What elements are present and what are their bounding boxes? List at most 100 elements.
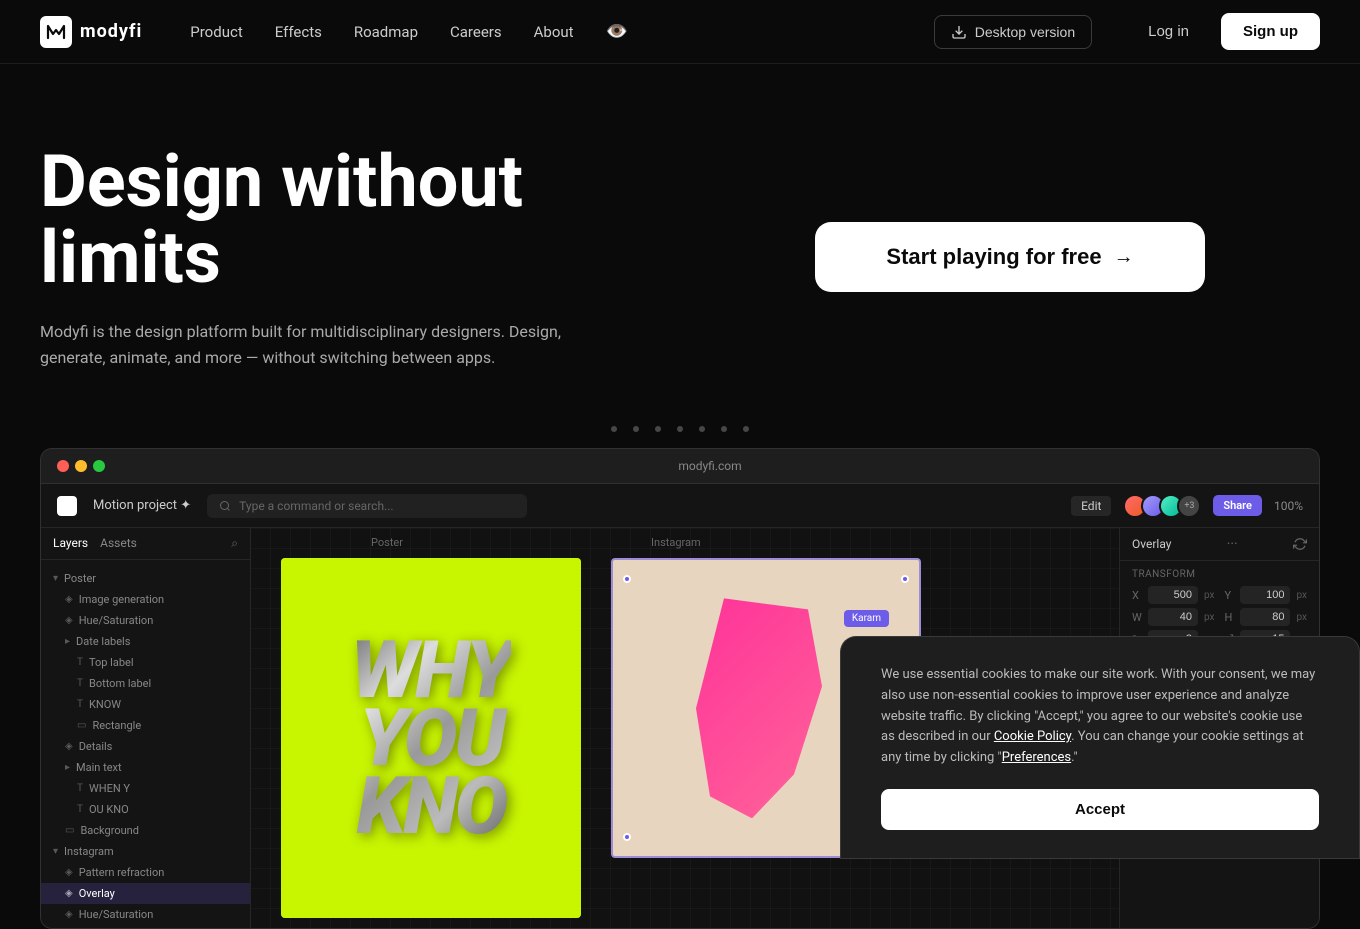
- dot-6: [721, 426, 727, 432]
- poster-text: WHYYOUKNO: [351, 636, 512, 840]
- collaborator-avatars: +3: [1123, 494, 1201, 518]
- share-button[interactable]: Share: [1213, 495, 1262, 516]
- logo[interactable]: modyfi: [40, 16, 142, 48]
- nav-careers[interactable]: Careers: [450, 23, 502, 41]
- selection-handle-tl[interactable]: [623, 575, 631, 583]
- logo-text: modyfi: [80, 21, 142, 42]
- rpanel-header: Overlay ···: [1120, 528, 1319, 561]
- login-button[interactable]: Log in: [1132, 15, 1205, 48]
- cookie-text: We use essential cookies to make our sit…: [881, 665, 1319, 769]
- cookie-actions: Accept: [881, 789, 1319, 830]
- x-input-row: X px Y px: [1132, 586, 1307, 604]
- cookie-banner: We use essential cookies to make our sit…: [840, 636, 1360, 859]
- search-icon: [219, 500, 231, 512]
- cta-label: Start playing for free: [886, 244, 1101, 270]
- rpanel-overlay-label: Overlay: [1132, 537, 1171, 551]
- collaborator-badge: Karam: [844, 610, 889, 627]
- list-item[interactable]: ▭ Background: [41, 820, 250, 841]
- nav-roadmap[interactable]: Roadmap: [354, 23, 418, 41]
- edit-mode-button[interactable]: Edit: [1071, 496, 1111, 516]
- refresh-icon[interactable]: [1293, 537, 1307, 551]
- dot-1: [611, 426, 617, 432]
- h-unit: px: [1296, 612, 1307, 623]
- desktop-version-button[interactable]: Desktop version: [934, 15, 1092, 49]
- list-item[interactable]: ▸ Main text: [41, 757, 250, 778]
- list-item[interactable]: ◈ Overlay: [41, 883, 250, 904]
- x-unit: px: [1204, 590, 1215, 601]
- app-toolbar: Motion project ✦ Type a command or searc…: [41, 484, 1319, 528]
- nav-links: Product Effects Roadmap Careers About 👁️: [190, 21, 933, 42]
- dot-3: [655, 426, 661, 432]
- dot-4: [677, 426, 683, 432]
- panel-tabs: Layers Assets ⌕: [41, 528, 250, 560]
- hero-section: Design without limits Modyfi is the desi…: [0, 64, 1360, 410]
- w-input[interactable]: [1148, 608, 1198, 626]
- w-label: W: [1132, 611, 1142, 624]
- assets-tab[interactable]: Assets: [100, 536, 137, 551]
- download-icon: [951, 24, 967, 40]
- list-item[interactable]: ◈ Details: [41, 736, 250, 757]
- cta-button[interactable]: Start playing for free →: [815, 222, 1205, 292]
- dots-row: [0, 410, 1360, 448]
- list-item[interactable]: T OU KNO: [41, 799, 250, 820]
- frame-instagram-label: Instagram: [651, 536, 701, 549]
- transform-label: Transform: [1132, 569, 1307, 580]
- layers-tab[interactable]: Layers: [53, 536, 88, 551]
- list-item[interactable]: ▸ Date labels: [41, 631, 250, 652]
- browser-chrome: modyfi.com: [41, 449, 1319, 484]
- signup-button[interactable]: Sign up: [1221, 13, 1320, 50]
- nav-effects[interactable]: Effects: [275, 23, 322, 41]
- hero-left: Design without limits Modyfi is the desi…: [40, 144, 660, 370]
- pink-shape: [696, 598, 836, 818]
- list-item[interactable]: ◈ Hue/Saturation: [41, 904, 250, 925]
- nav-product[interactable]: Product: [190, 23, 242, 41]
- rpanel-more-icon[interactable]: ···: [1227, 536, 1238, 552]
- zoom-level: 100%: [1274, 499, 1303, 513]
- traffic-lights: [57, 460, 105, 472]
- preferences-link[interactable]: Preferences: [1002, 750, 1071, 765]
- dot-2: [633, 426, 639, 432]
- layers-panel: Layers Assets ⌕ ▾ Poster ◈ Image generat…: [41, 528, 251, 928]
- avatar-overflow: +3: [1177, 494, 1201, 518]
- list-item[interactable]: T Top label: [41, 652, 250, 673]
- poster-frame[interactable]: WHYYOUKNO: [281, 558, 581, 918]
- nav-right-actions: Desktop version Log in Sign up: [934, 13, 1320, 50]
- toolbar-right: Edit +3 Share 100%: [1071, 494, 1303, 518]
- list-item[interactable]: ▾ Instagram: [41, 841, 250, 862]
- search-layers-icon[interactable]: ⌕: [231, 536, 238, 551]
- arrow-icon: →: [1114, 246, 1134, 269]
- w-unit: px: [1204, 612, 1215, 623]
- hero-right: Start playing for free →: [700, 222, 1320, 292]
- list-item[interactable]: ◈ Pattern refraction: [41, 862, 250, 883]
- hero-subtitle: Modyfi is the design platform built for …: [40, 319, 580, 370]
- x-label: X: [1132, 589, 1142, 602]
- cookie-policy-link[interactable]: Cookie Policy: [994, 729, 1071, 744]
- accept-cookies-button[interactable]: Accept: [881, 789, 1319, 830]
- navigation: modyfi Product Effects Roadmap Careers A…: [0, 0, 1360, 64]
- browser-url-bar[interactable]: modyfi.com: [117, 459, 1303, 473]
- list-item[interactable]: ◈ Image generation: [41, 589, 250, 610]
- h-input[interactable]: [1240, 608, 1290, 626]
- app-logo-small: [57, 496, 77, 516]
- x-input[interactable]: [1148, 586, 1198, 604]
- eye-icon[interactable]: 👁️: [606, 21, 628, 42]
- layer-list: ▾ Poster ◈ Image generation ◈ Hue/Satura…: [41, 560, 250, 928]
- minimize-window-button[interactable]: [75, 460, 87, 472]
- y-unit: px: [1296, 590, 1307, 601]
- selection-handle-bl[interactable]: [623, 833, 631, 841]
- hero-title: Design without limits: [40, 144, 660, 295]
- list-item[interactable]: ▭ Rectangle: [41, 715, 250, 736]
- dot-7: [743, 426, 749, 432]
- list-item[interactable]: ◈ Hue/Saturation: [41, 610, 250, 631]
- list-item[interactable]: T Bottom label: [41, 673, 250, 694]
- list-item[interactable]: T WHEN Y: [41, 778, 250, 799]
- y-input[interactable]: [1240, 586, 1290, 604]
- close-window-button[interactable]: [57, 460, 69, 472]
- list-item[interactable]: T KNOW: [41, 694, 250, 715]
- w-input-row: W px H px: [1132, 608, 1307, 626]
- maximize-window-button[interactable]: [93, 460, 105, 472]
- command-search-bar[interactable]: Type a command or search...: [207, 494, 527, 518]
- list-item[interactable]: ▾ Poster: [41, 568, 250, 589]
- selection-handle-tr[interactable]: [901, 575, 909, 583]
- nav-about[interactable]: About: [534, 23, 574, 41]
